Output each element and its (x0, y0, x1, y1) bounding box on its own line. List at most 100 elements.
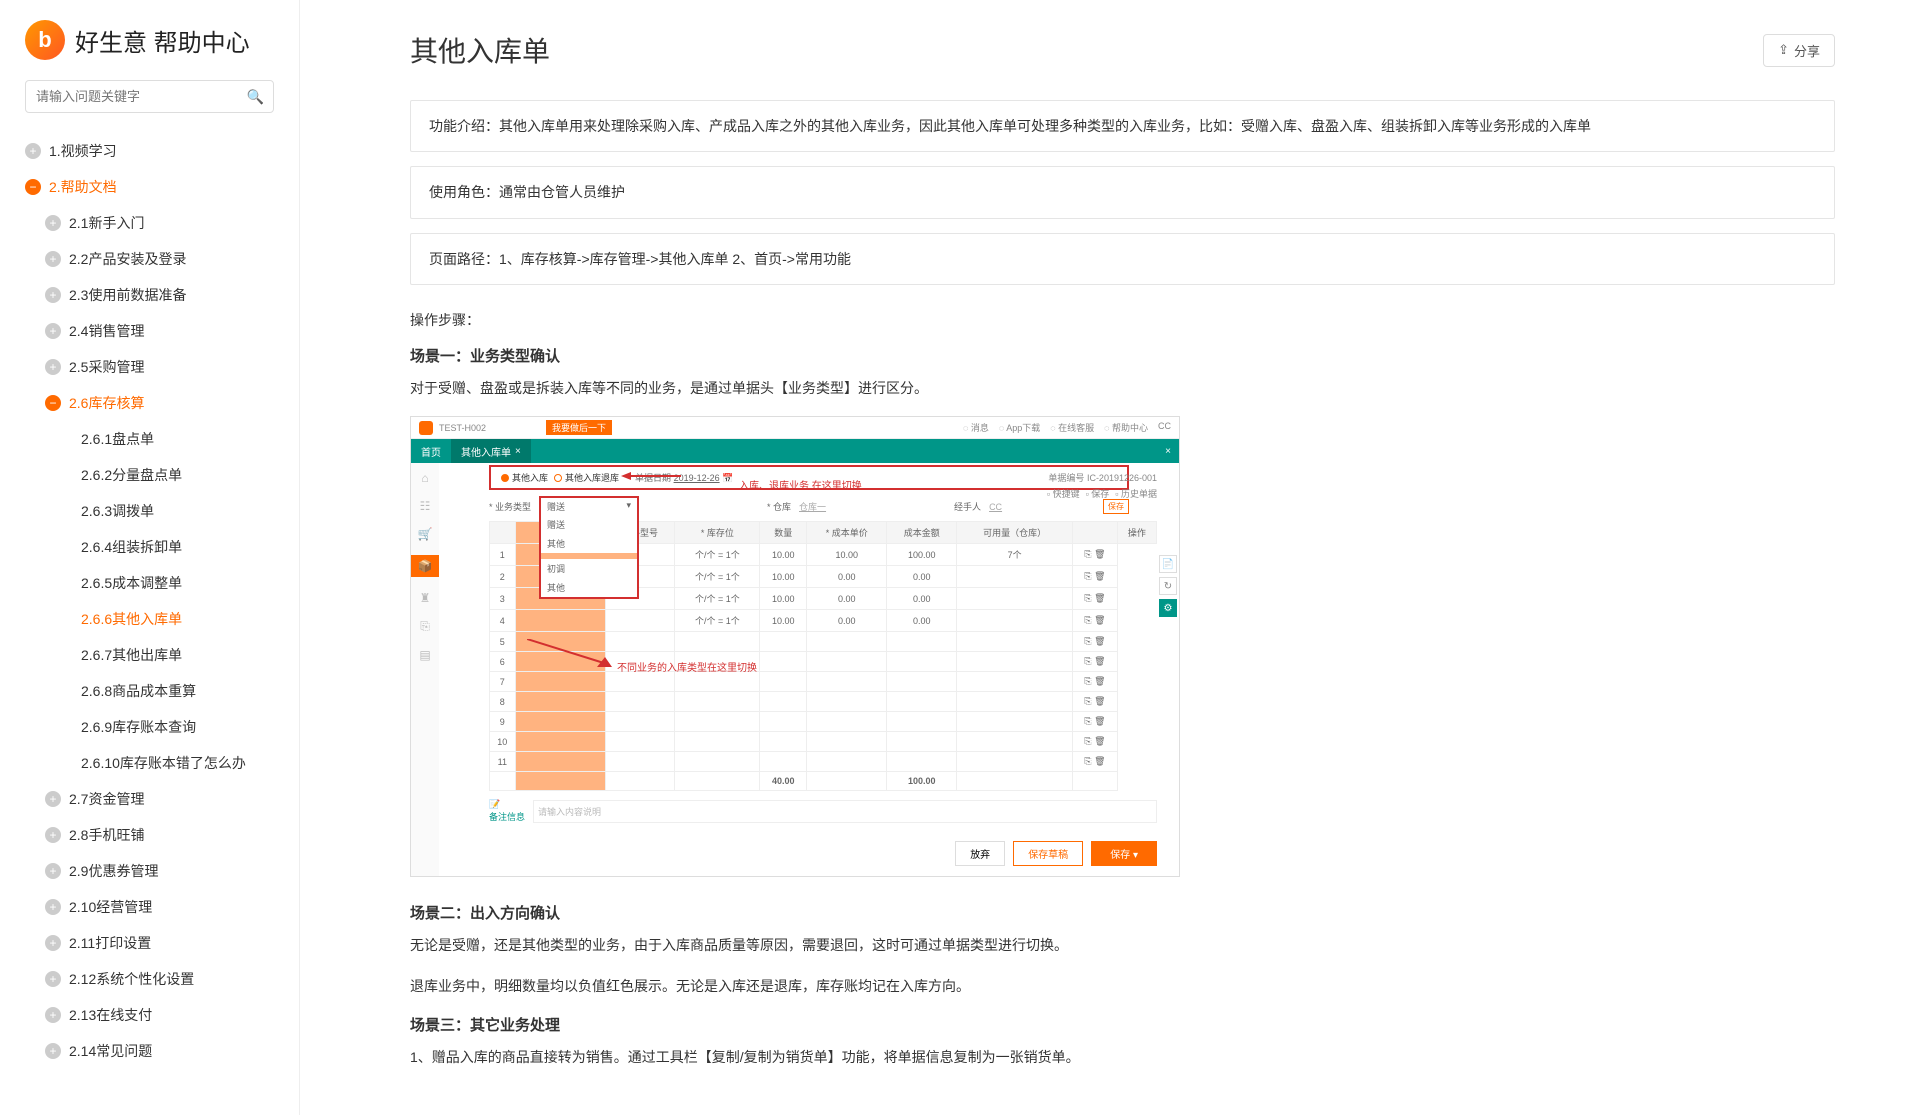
nav-item[interactable]: 2.6.7其他出库单 (25, 637, 274, 673)
nav-item[interactable]: −2.帮助文档 (25, 169, 274, 205)
nav-item[interactable]: +2.12系统个性化设置 (25, 961, 274, 997)
dropdown-option[interactable]: 初调 (541, 559, 637, 578)
table-row[interactable]: 8⎘ 🗑 (490, 692, 1157, 712)
nav-item[interactable]: 2.6.2分量盘点单 (25, 457, 274, 493)
rail-icon-selected[interactable]: 📦 (411, 555, 439, 577)
toolbar-link[interactable]: ▫ 历史单据 (1115, 487, 1157, 500)
row-copy-icon[interactable]: ⎘ (1084, 676, 1091, 686)
nav-item[interactable]: 2.6.8商品成本重算 (25, 673, 274, 709)
row-copy-icon[interactable]: ⎘ (1084, 636, 1091, 646)
nav-item[interactable]: 2.6.1盘点单 (25, 421, 274, 457)
row-copy-icon[interactable]: ⎘ (1084, 571, 1091, 581)
table-row[interactable]: 10⎘ 🗑 (490, 732, 1157, 752)
row-delete-icon[interactable]: 🗑 (1094, 593, 1105, 603)
nav-item[interactable]: +2.10经营管理 (25, 889, 274, 925)
row-delete-icon[interactable]: 🗑 (1094, 549, 1105, 559)
expand-icon[interactable]: + (45, 791, 61, 807)
row-copy-icon[interactable]: ⎘ (1084, 656, 1091, 666)
nav-item[interactable]: 2.6.10库存账本错了怎么办 (25, 745, 274, 781)
draft-button[interactable]: 保存草稿 (1013, 841, 1083, 866)
row-delete-icon[interactable]: 🗑 (1094, 636, 1105, 646)
expand-icon[interactable]: + (45, 323, 61, 339)
nav-item[interactable]: +2.13在线支付 (25, 997, 274, 1033)
tool-icon[interactable]: ⚙ (1159, 599, 1177, 617)
rail-icon[interactable]: ♜ (420, 591, 431, 605)
expand-icon[interactable]: + (45, 827, 61, 843)
row-copy-icon[interactable]: ⎘ (1084, 716, 1091, 726)
nav-item[interactable]: +2.3使用前数据准备 (25, 277, 274, 313)
topbar-link[interactable]: ◌ 帮助中心 (1104, 421, 1148, 434)
expand-icon[interactable]: + (45, 1007, 61, 1023)
topbar-link[interactable]: ◌ 消息 (963, 421, 989, 434)
topbar-link[interactable]: ◌ App下载 (999, 421, 1040, 434)
quick-save-button[interactable]: 保存 (1103, 499, 1129, 514)
nav-item[interactable]: 2.6.9库存账本查询 (25, 709, 274, 745)
tool-icon[interactable]: 📄 (1159, 555, 1177, 573)
rail-icon[interactable]: 🛒 (418, 527, 433, 541)
dropdown-option[interactable]: 其他 (541, 534, 637, 553)
nav-item[interactable]: +1.视频学习 (25, 133, 274, 169)
biz-type-dropdown[interactable]: 赠送▾ 赠送其他初调其他 (539, 496, 639, 517)
nav-item[interactable]: +2.9优惠券管理 (25, 853, 274, 889)
nav-item[interactable]: +2.8手机旺铺 (25, 817, 274, 853)
expand-icon[interactable]: + (45, 1043, 61, 1059)
expand-icon[interactable]: + (45, 971, 61, 987)
collapse-icon[interactable]: − (25, 179, 41, 195)
nav-item[interactable]: +2.1新手入门 (25, 205, 274, 241)
nav-item[interactable]: 2.6.5成本调整单 (25, 565, 274, 601)
row-delete-icon[interactable]: 🗑 (1094, 736, 1105, 746)
rail-icon[interactable]: ⌂ (421, 471, 428, 485)
expand-icon[interactable]: + (25, 143, 41, 159)
row-delete-icon[interactable]: 🗑 (1094, 676, 1105, 686)
row-delete-icon[interactable]: 🗑 (1094, 656, 1105, 666)
row-copy-icon[interactable]: ⎘ (1084, 736, 1091, 746)
tab-home[interactable]: 首页 (411, 439, 451, 463)
nav-item[interactable]: +2.14常见问题 (25, 1033, 274, 1069)
topbar-link[interactable]: CC (1158, 421, 1171, 434)
topbar-link[interactable]: ◌ 在线客服 (1050, 421, 1094, 434)
expand-icon[interactable]: + (45, 863, 61, 879)
toolbar-link[interactable]: ▫ 快捷键 (1047, 487, 1080, 500)
tab-close-all-icon[interactable]: × (1157, 446, 1179, 457)
table-row[interactable]: 5⎘ 🗑 (490, 632, 1157, 652)
row-copy-icon[interactable]: ⎘ (1084, 549, 1091, 559)
table-row[interactable]: 4个/个 = 1个10.000.000.00⎘ 🗑 (490, 610, 1157, 632)
toolbar-link[interactable]: ▫ 保存 (1086, 487, 1110, 500)
nav-item[interactable]: +2.4销售管理 (25, 313, 274, 349)
dropdown-option[interactable]: 其他 (541, 578, 637, 597)
cancel-button[interactable]: 放弃 (955, 841, 1005, 866)
whse-value[interactable]: 仓库一 (799, 500, 826, 513)
nav-item[interactable]: +2.5采购管理 (25, 349, 274, 385)
row-copy-icon[interactable]: ⎘ (1084, 615, 1091, 625)
expand-icon[interactable]: + (45, 251, 61, 267)
rail-icon[interactable]: ⎘ (420, 619, 430, 634)
row-delete-icon[interactable]: 🗑 (1094, 696, 1105, 706)
promo-button[interactable]: 我要做后一下 (546, 420, 612, 435)
nav-item[interactable]: 2.6.3调拨单 (25, 493, 274, 529)
nav-item[interactable]: 2.6.6其他入库单 (25, 601, 274, 637)
row-delete-icon[interactable]: 🗑 (1094, 756, 1105, 766)
rail-icon[interactable]: ▤ (419, 648, 430, 662)
rail-icon[interactable]: ☷ (420, 499, 431, 513)
nav-item[interactable]: −2.6库存核算 (25, 385, 274, 421)
nav-item[interactable]: +2.2产品安装及登录 (25, 241, 274, 277)
share-button[interactable]: ⇪ 分享 (1763, 34, 1835, 67)
row-delete-icon[interactable]: 🗑 (1094, 716, 1105, 726)
row-copy-icon[interactable]: ⎘ (1084, 696, 1091, 706)
dropdown-option[interactable]: 赠送 (541, 515, 637, 534)
search-icon[interactable]: 🔍 (247, 88, 264, 105)
operator-value[interactable]: CC (989, 502, 1002, 512)
table-row[interactable]: 7⎘ 🗑 (490, 672, 1157, 692)
row-copy-icon[interactable]: ⎘ (1084, 593, 1091, 603)
expand-icon[interactable]: + (45, 287, 61, 303)
tool-icon[interactable]: ↻ (1159, 577, 1177, 595)
save-button[interactable]: 保存 ▾ (1091, 841, 1157, 866)
collapse-icon[interactable]: − (45, 395, 61, 411)
row-delete-icon[interactable]: 🗑 (1094, 615, 1105, 625)
row-delete-icon[interactable]: 🗑 (1094, 571, 1105, 581)
search-input[interactable] (25, 80, 274, 113)
expand-icon[interactable]: + (45, 359, 61, 375)
nav-item[interactable]: +2.7资金管理 (25, 781, 274, 817)
tab-other-in[interactable]: 其他入库单× (451, 439, 531, 463)
remark-input[interactable]: 请输入内容说明 (533, 800, 1157, 823)
